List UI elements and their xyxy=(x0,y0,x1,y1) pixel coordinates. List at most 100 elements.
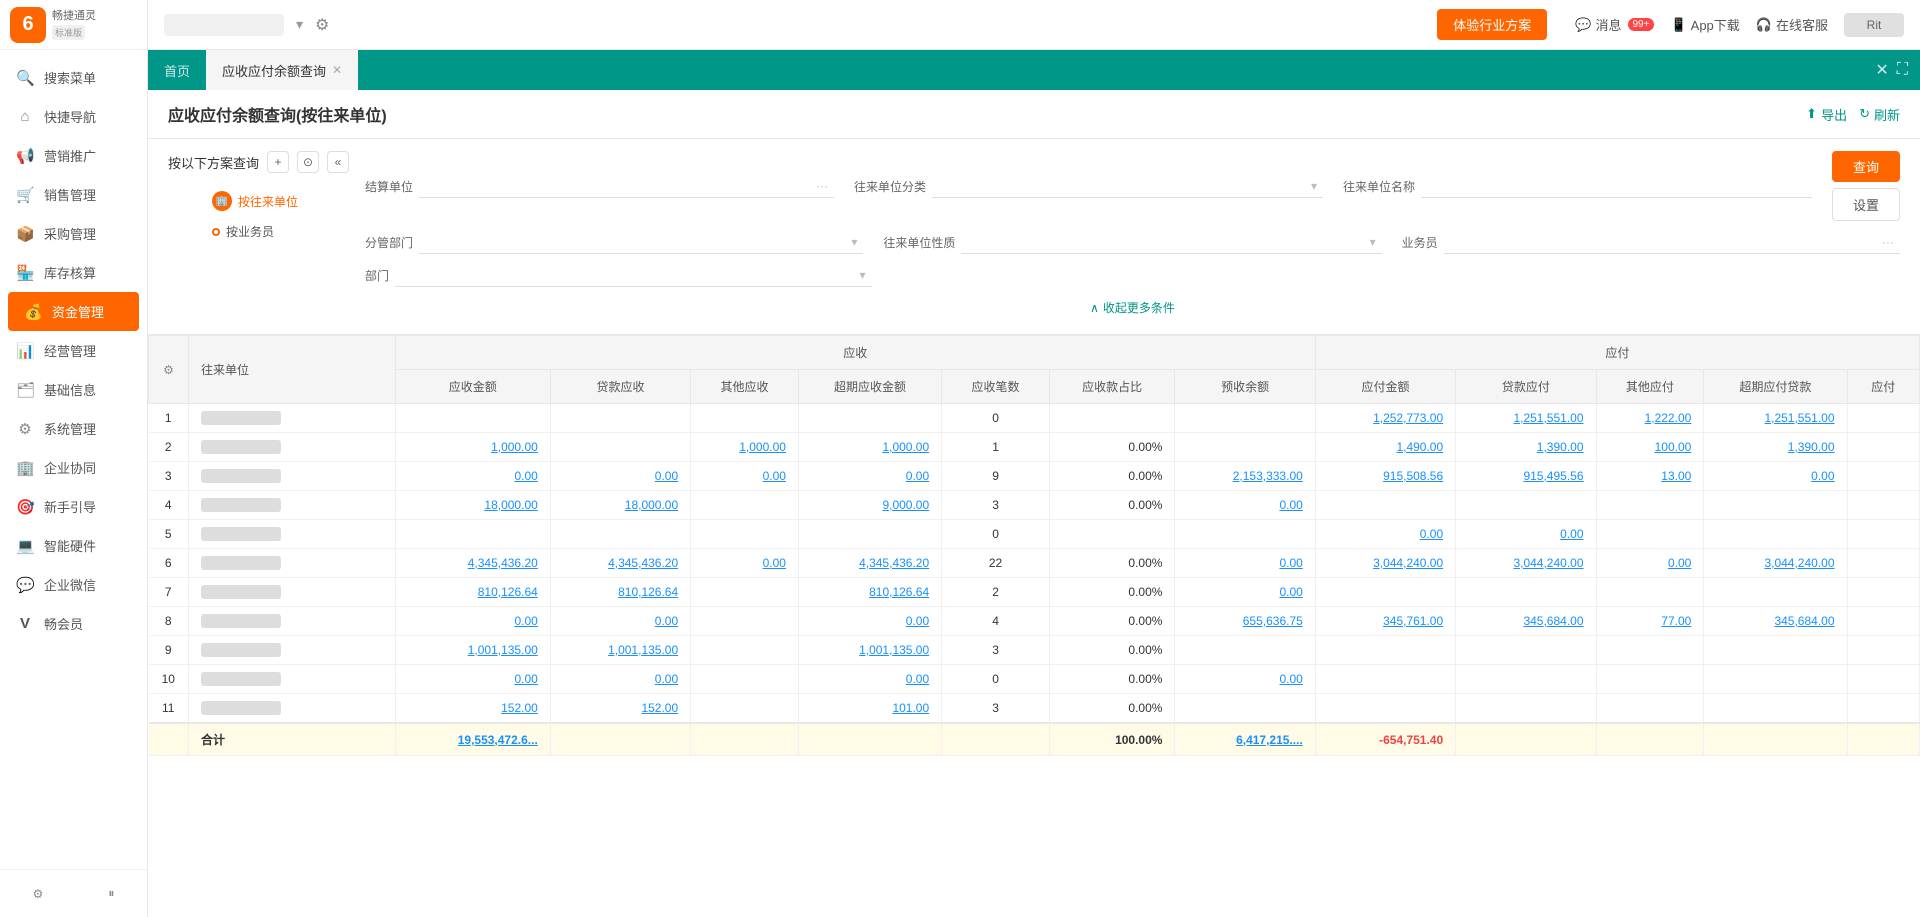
cell-pay_overdue[interactable]: 1,390.00 xyxy=(1704,433,1847,462)
dept-select[interactable]: ▾ xyxy=(419,231,863,254)
app-action[interactable]: 📱 App下载 xyxy=(1670,15,1739,34)
filter-collapse-btn[interactable]: « xyxy=(327,151,349,173)
cell-rec_amount[interactable]: 1,001,135.00 xyxy=(395,636,550,665)
collapse-bar[interactable]: ∧ 收起更多条件 xyxy=(365,293,1900,322)
cell-rec_overdue[interactable]: 0.00 xyxy=(798,665,941,694)
settlement-input[interactable]: ··· xyxy=(419,175,834,198)
cell-rec_amount[interactable]: 18,000.00 xyxy=(395,491,550,520)
footer-rec-prepay[interactable]: 6,417,215.... xyxy=(1175,723,1315,756)
sidebar-item-finance[interactable]: 💰 资金管理 xyxy=(8,292,139,331)
sidebar-item-inventory[interactable]: 🏪 库存核算 xyxy=(0,253,147,292)
cell-rec_other[interactable]: 0.00 xyxy=(691,549,799,578)
export-button[interactable]: ⬆ 导出 xyxy=(1806,105,1847,124)
cell-pay_loan[interactable]: 345,684.00 xyxy=(1456,607,1596,636)
query-button[interactable]: 查询 xyxy=(1832,151,1900,182)
cell-pay_other[interactable]: 0.00 xyxy=(1596,549,1704,578)
sidebar-item-member[interactable]: V 畅会员 xyxy=(0,604,147,643)
cell-rec_prepay[interactable]: 0.00 xyxy=(1175,549,1315,578)
tab-close-icon[interactable]: ✕ xyxy=(332,63,342,77)
add-filter-btn[interactable]: + xyxy=(267,151,289,173)
sidebar-item-purchase[interactable]: 📦 采购管理 xyxy=(0,214,147,253)
cell-rec_prepay[interactable]: 655,636.75 xyxy=(1175,607,1315,636)
service-action[interactable]: 🎧 在线客服 xyxy=(1756,15,1828,34)
cell-pay_amount[interactable]: 1,252,773.00 xyxy=(1315,404,1455,433)
partner-nature-select[interactable]: ▾ xyxy=(961,231,1381,254)
cell-rec_amount[interactable]: 810,126.64 xyxy=(395,578,550,607)
cell-rec_amount[interactable]: 0.00 xyxy=(395,462,550,491)
filter-by-salesman[interactable]: 按业务员 xyxy=(168,217,349,246)
cell-rec_other[interactable]: 0.00 xyxy=(691,462,799,491)
topbar-gear-btn[interactable]: ⚙ xyxy=(315,15,329,35)
cell-pay_other[interactable]: 13.00 xyxy=(1596,462,1704,491)
cell-pay_overdue[interactable]: 3,044,240.00 xyxy=(1704,549,1847,578)
cell-pay_loan[interactable]: 1,390.00 xyxy=(1456,433,1596,462)
cell-pay_loan[interactable]: 915,495.56 xyxy=(1456,462,1596,491)
sidebar-item-hardware[interactable]: 💻 智能硬件 xyxy=(0,526,147,565)
cell-rec_other[interactable]: 1,000.00 xyxy=(691,433,799,462)
sidebar-item-quick[interactable]: ⌂ 快捷导航 xyxy=(0,97,147,136)
cell-rec_loan[interactable]: 810,126.64 xyxy=(550,578,690,607)
partner-category-select[interactable]: ▾ xyxy=(932,175,1323,198)
cell-rec_loan[interactable]: 0.00 xyxy=(550,665,690,694)
setting-button[interactable]: 设置 xyxy=(1832,188,1900,221)
close-window-icon[interactable]: ✕ xyxy=(1875,60,1888,80)
th-settings[interactable]: ⚙ xyxy=(149,336,189,404)
section-dept-select[interactable]: ▾ xyxy=(395,264,872,287)
salesman-input[interactable]: ··· xyxy=(1444,231,1900,254)
cell-pay_loan[interactable]: 3,044,240.00 xyxy=(1456,549,1596,578)
cell-rec_loan[interactable]: 152.00 xyxy=(550,694,690,724)
cell-rec_overdue[interactable]: 0.00 xyxy=(798,607,941,636)
cell-rec_amount[interactable]: 4,345,436.20 xyxy=(395,549,550,578)
cell-rec_overdue[interactable]: 810,126.64 xyxy=(798,578,941,607)
cell-rec_loan[interactable]: 4,345,436.20 xyxy=(550,549,690,578)
user-avatar[interactable]: Rit xyxy=(1844,13,1904,37)
cell-rec_overdue[interactable]: 1,000.00 xyxy=(798,433,941,462)
cell-pay_amount[interactable]: 915,508.56 xyxy=(1315,462,1455,491)
cell-rec_prepay[interactable]: 2,153,333.00 xyxy=(1175,462,1315,491)
cell-rec_prepay[interactable]: 0.00 xyxy=(1175,491,1315,520)
sidebar-item-marketing[interactable]: 📢 营销推广 xyxy=(0,136,147,175)
cell-pay_amount[interactable]: 0.00 xyxy=(1315,520,1455,549)
partner-name-input[interactable] xyxy=(1421,175,1812,198)
sidebar-item-enterprise[interactable]: 🏢 企业协同 xyxy=(0,448,147,487)
cell-rec_amount[interactable]: 0.00 xyxy=(395,607,550,636)
tab-home[interactable]: 首页 xyxy=(148,50,206,90)
topbar-dropdown[interactable]: ▾ xyxy=(296,16,303,33)
tab-receivable[interactable]: 应收应付余额查询 ✕ xyxy=(206,50,358,90)
cell-rec_overdue[interactable]: 9,000.00 xyxy=(798,491,941,520)
cell-rec_prepay[interactable]: 0.00 xyxy=(1175,578,1315,607)
sidebar-item-management[interactable]: 📊 经营管理 xyxy=(0,331,147,370)
cell-pay_amount[interactable]: 3,044,240.00 xyxy=(1315,549,1455,578)
cell-pay_other[interactable]: 77.00 xyxy=(1596,607,1704,636)
refresh-button[interactable]: ↻ 刷新 xyxy=(1859,105,1900,124)
sidebar-collapse-btn[interactable]: ⏸ xyxy=(98,880,124,907)
sidebar-item-search[interactable]: 🔍 搜索菜单 xyxy=(0,58,147,97)
cell-rec_overdue[interactable]: 0.00 xyxy=(798,462,941,491)
cell-pay_overdue[interactable]: 1,251,551.00 xyxy=(1704,404,1847,433)
cell-pay_loan[interactable]: 1,251,551.00 xyxy=(1456,404,1596,433)
cell-rec_overdue[interactable]: 101.00 xyxy=(798,694,941,724)
maximize-icon[interactable]: ⛶ xyxy=(1897,61,1908,79)
cell-rec_amount[interactable]: 1,000.00 xyxy=(395,433,550,462)
cell-rec_loan[interactable]: 1,001,135.00 xyxy=(550,636,690,665)
sidebar-item-system[interactable]: ⚙ 系统管理 xyxy=(0,409,147,448)
cell-rec_amount[interactable]: 152.00 xyxy=(395,694,550,724)
msg-action[interactable]: 💬 消息 99+ xyxy=(1575,15,1654,34)
footer-rec-amount[interactable]: 19,553,472.6... xyxy=(395,723,550,756)
cell-pay_loan[interactable]: 0.00 xyxy=(1456,520,1596,549)
cell-pay_overdue[interactable]: 0.00 xyxy=(1704,462,1847,491)
promo-button[interactable]: 体验行业方案 xyxy=(1437,9,1547,40)
cell-rec_loan[interactable]: 0.00 xyxy=(550,607,690,636)
filter-settings-btn[interactable]: ⊙ xyxy=(297,151,319,173)
sidebar-item-sales[interactable]: 🛒 销售管理 xyxy=(0,175,147,214)
table-settings-icon[interactable]: ⚙ xyxy=(163,363,174,377)
cell-rec_prepay[interactable]: 0.00 xyxy=(1175,665,1315,694)
cell-rec_loan[interactable]: 0.00 xyxy=(550,462,690,491)
cell-rec_amount[interactable]: 0.00 xyxy=(395,665,550,694)
cell-rec_overdue[interactable]: 1,001,135.00 xyxy=(798,636,941,665)
cell-pay_overdue[interactable]: 345,684.00 xyxy=(1704,607,1847,636)
sidebar-item-basic[interactable]: 🗂 基础信息 xyxy=(0,370,147,409)
sidebar-gear-btn[interactable]: ⚙ xyxy=(23,881,54,907)
cell-pay_amount[interactable]: 1,490.00 xyxy=(1315,433,1455,462)
cell-pay_other[interactable]: 1,222.00 xyxy=(1596,404,1704,433)
